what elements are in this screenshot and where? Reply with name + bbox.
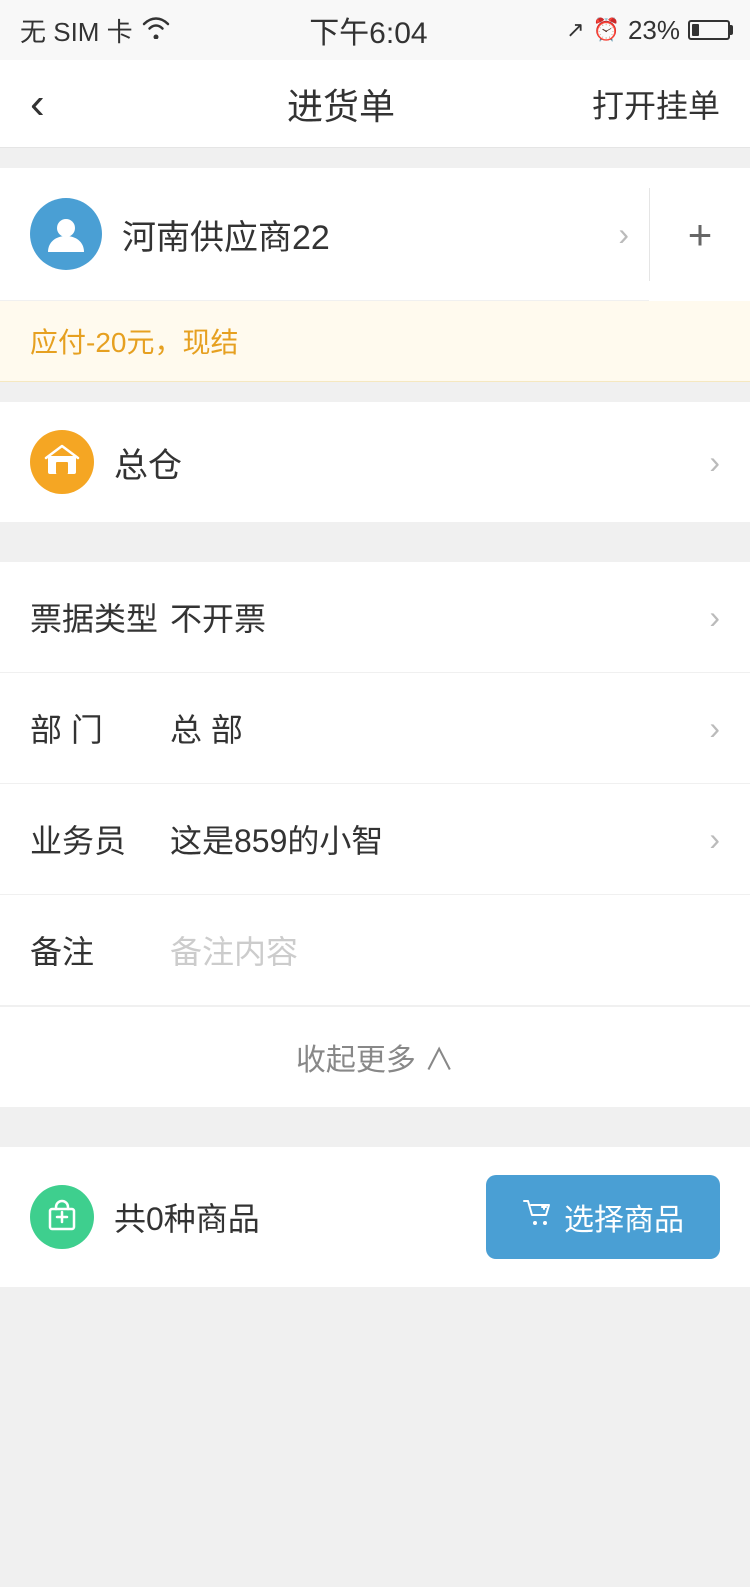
salesperson-value: 这是859的小智 [160,816,699,862]
gap-2 [0,382,750,402]
carrier-text: 无 SIM 卡 [20,12,133,49]
gap-4 [0,1107,750,1127]
select-product-label: 选择商品 [564,1195,684,1239]
salesperson-chevron: › [709,821,720,858]
department-value: 总 部 [160,705,699,751]
page-title: 进货单 [287,78,395,130]
remark-row[interactable]: 备注 备注内容 [0,895,750,1005]
invoice-type-chevron: › [709,599,720,636]
status-left: 无 SIM 卡 [20,12,171,49]
product-icon-wrap [30,1185,94,1249]
product-count: 共0种商品 [114,1194,486,1240]
status-right: ↗ ⏰ 23% [566,15,730,46]
salesperson-label: 业务员 [30,816,160,862]
alarm-icon: ⏰ [593,17,620,43]
invoice-type-label: 票据类型 [30,594,160,640]
remark-input[interactable]: 备注内容 [160,927,720,973]
salesperson-row[interactable]: 业务员 这是859的小智 › [0,784,750,895]
back-icon: ‹ [30,79,45,129]
warehouse-icon [44,440,80,484]
wifi-icon [141,15,171,46]
warehouse-icon-wrap [30,430,94,494]
warehouse-chevron: › [709,444,720,481]
open-pending-button[interactable]: 打开挂单 [592,81,720,127]
supplier-section: 河南供应商22 › + [0,168,750,301]
supplier-avatar [30,198,102,270]
battery-percent: 23% [628,15,680,46]
bottom-area [0,1287,750,1587]
department-chevron: › [709,710,720,747]
remark-label: 备注 [30,927,160,973]
warehouse-section[interactable]: 总仓 › [0,402,750,522]
payment-notice: 应付-20元，现结 [0,301,750,382]
department-row[interactable]: 部 门 总 部 › [0,673,750,784]
collapse-section[interactable]: 收起更多 ∧ [0,1006,750,1107]
status-bar: 无 SIM 卡 下午6:04 ↗ ⏰ 23% [0,0,750,60]
cart-icon [522,1199,552,1235]
form-section: 票据类型 不开票 › 部 门 总 部 › 业务员 这是859的小智 › 备注 备… [0,562,750,1005]
warehouse-name: 总仓 [114,438,699,487]
nav-bar: ‹ 进货单 打开挂单 [0,60,750,148]
supplier-name: 河南供应商22 [122,210,608,259]
invoice-type-row[interactable]: 票据类型 不开票 › [0,562,750,673]
department-label: 部 门 [30,705,160,751]
battery-indicator [688,20,730,40]
supplier-chevron: › [618,216,629,253]
location-icon: ↗ [566,17,584,43]
collapse-label: 收起更多 ∧ [296,1035,454,1079]
status-time: 下午6:04 [309,8,427,52]
gap-1 [0,148,750,168]
supplier-main[interactable]: 河南供应商22 › [0,168,649,301]
content-area: 河南供应商22 › + 应付-20元，现结 总仓 › 票据类型 不开票 [0,148,750,1587]
gap-3 [0,522,750,542]
select-product-button[interactable]: 选择商品 [486,1175,720,1259]
add-supplier-button[interactable]: + [650,168,750,301]
invoice-type-value: 不开票 [160,594,699,640]
product-section: 共0种商品 选择商品 [0,1147,750,1287]
back-button[interactable]: ‹ [30,79,90,129]
